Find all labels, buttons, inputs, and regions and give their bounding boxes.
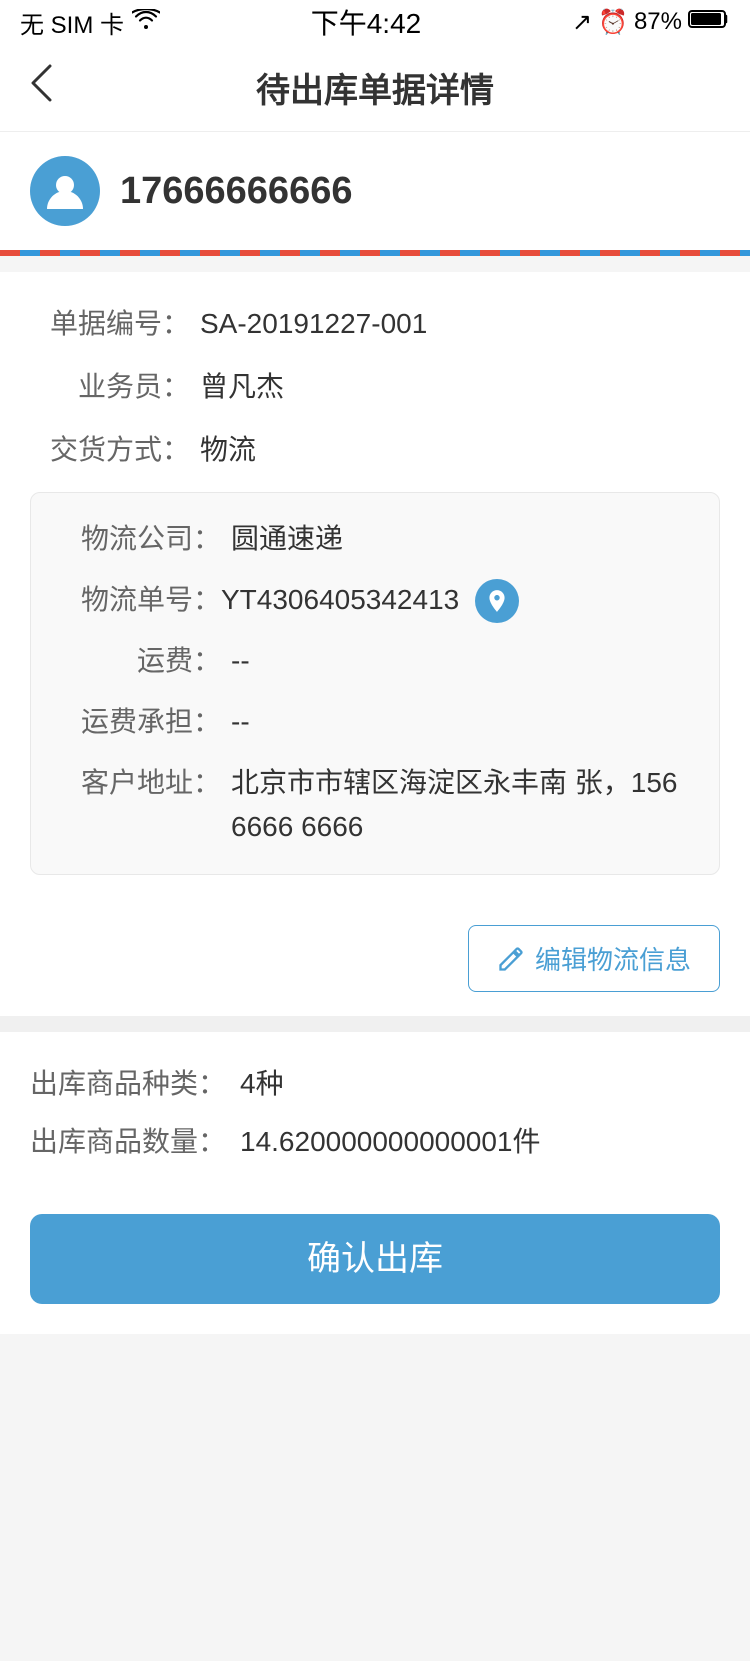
edit-logistics-label: 编辑物流信息: [535, 940, 691, 977]
freight-bearer-row: 运费承担： --: [61, 700, 689, 745]
page-title: 待出库单据详情: [256, 63, 494, 112]
status-right: ↗ ⏰ 87%: [572, 8, 730, 37]
address-row: 客户地址： 北京市市辖区海淀区永丰南 张，156 6666 6666: [61, 761, 689, 851]
status-bar: 无 SIM 卡 下午4:42 ↗ ⏰ 87%: [0, 0, 750, 44]
status-left: 无 SIM 卡: [20, 5, 160, 40]
dashed-separator: [0, 250, 750, 256]
freight-row: 运费： --: [61, 639, 689, 684]
confirm-button[interactable]: 确认出库: [30, 1214, 720, 1304]
goods-types-label: 出库商品种类：: [30, 1062, 230, 1102]
logistics-company-value: 圆通速递: [231, 517, 689, 562]
goods-quantity-row: 出库商品数量： 14.620000000000001件: [30, 1120, 720, 1160]
delivery-method-row: 交货方式： 物流: [30, 428, 720, 473]
order-no-label: 单据编号：: [30, 302, 190, 347]
goods-quantity-label: 出库商品数量：: [30, 1120, 230, 1160]
goods-quantity-value: 14.620000000000001件: [240, 1120, 541, 1160]
customer-header: 17666666666: [0, 132, 750, 250]
delivery-method-value: 物流: [200, 428, 720, 473]
location-track-button[interactable]: [475, 579, 519, 623]
edit-logistics-button[interactable]: 编辑物流信息: [468, 925, 720, 992]
logistics-tracking-row: 物流单号： YT4306405342413: [61, 578, 689, 623]
edit-logistics-container: 编辑物流信息: [0, 905, 750, 1016]
order-no-row: 单据编号： SA-20191227-001: [30, 302, 720, 347]
sales-person-row: 业务员： 曾凡杰: [30, 365, 720, 410]
carrier-text: 无 SIM 卡: [20, 5, 124, 40]
alarm-icon: ⏰: [598, 8, 628, 37]
location-status-icon: ↗: [572, 8, 592, 37]
logistics-company-label: 物流公司：: [61, 517, 221, 562]
tracking-number: YT4306405342413: [221, 578, 459, 623]
order-no-value: SA-20191227-001: [200, 302, 720, 347]
goods-types-row: 出库商品种类： 4种: [30, 1062, 720, 1102]
freight-label: 运费：: [61, 639, 221, 684]
status-time: 下午4:42: [311, 2, 422, 42]
logistics-card: 物流公司： 圆通速递 物流单号： YT4306405342413 运费： --: [30, 492, 720, 875]
tracking-row: YT4306405342413: [221, 578, 519, 623]
order-info-section: 单据编号： SA-20191227-001 业务员： 曾凡杰 交货方式： 物流 …: [0, 272, 750, 905]
freight-value: --: [231, 639, 689, 684]
goods-section: 出库商品种类： 4种 出库商品数量： 14.620000000000001件: [0, 1032, 750, 1190]
back-button[interactable]: [30, 64, 52, 112]
delivery-method-label: 交货方式：: [30, 428, 190, 473]
sales-person-label: 业务员：: [30, 365, 190, 410]
bottom-bar: 确认出库: [0, 1194, 750, 1334]
sales-person-value: 曾凡杰: [200, 365, 720, 410]
nav-bar: 待出库单据详情: [0, 44, 750, 132]
goods-types-value: 4种: [240, 1062, 284, 1102]
address-label: 客户地址：: [61, 761, 221, 806]
battery-icon: [688, 8, 730, 37]
section-divider: [0, 1016, 750, 1032]
battery-text: 87%: [634, 8, 682, 36]
freight-bearer-value: --: [231, 700, 689, 745]
customer-phone: 17666666666: [120, 170, 352, 213]
logistics-tracking-label: 物流单号：: [61, 578, 221, 623]
logistics-company-row: 物流公司： 圆通速递: [61, 517, 689, 562]
wifi-icon: [132, 8, 160, 36]
avatar: [30, 156, 100, 226]
address-value: 北京市市辖区海淀区永丰南 张，156 6666 6666: [231, 761, 689, 851]
freight-bearer-label: 运费承担：: [61, 700, 221, 745]
